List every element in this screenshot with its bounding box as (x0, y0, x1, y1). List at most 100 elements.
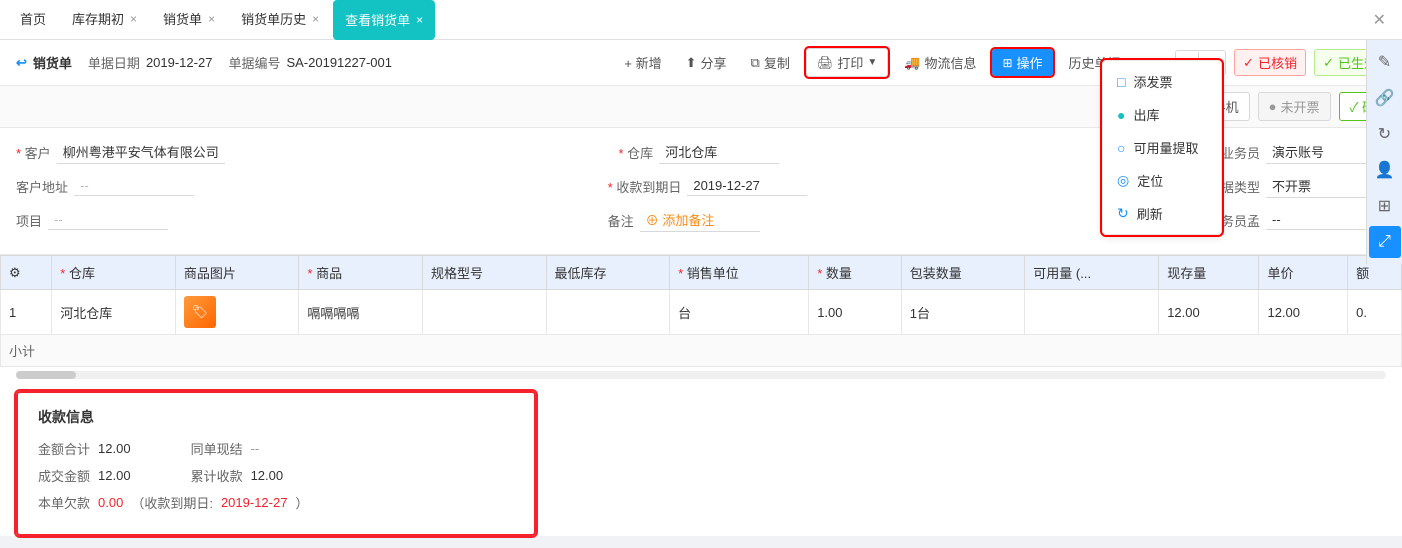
total-value: 12.00 (98, 441, 131, 456)
share-icon: ⬆ (686, 55, 697, 71)
refresh-item[interactable]: ↻ 刷新 (1103, 197, 1221, 230)
row-product: 嗝嗝嗝嗝 (299, 290, 423, 335)
not-open-icon: ● (1269, 99, 1277, 114)
customer-field: 客户 柳州粤港平安气体有限公司 (16, 140, 619, 164)
available-extract-icon: ○ (1117, 140, 1125, 156)
subtotal-row: 小计 (1, 335, 1402, 367)
col-available: 可用量 (... (1025, 256, 1159, 290)
refresh-label: 刷新 (1137, 204, 1163, 223)
locate-item[interactable]: ◎ 定位 (1103, 164, 1221, 197)
tab-view-sales-close[interactable]: × (416, 13, 423, 27)
row-available (1025, 290, 1159, 335)
tab-sales-history-close[interactable]: × (312, 12, 319, 26)
col-quantity: 数量 (809, 256, 902, 290)
right-panel: ✎ 🔗 ↻ 👤 ⊞ ⤢ (1366, 40, 1402, 264)
project-label: 项目 (16, 211, 42, 230)
not-open-label: 未开票 (1280, 97, 1319, 116)
ops-button[interactable]: ⊞ 操作 (992, 49, 1052, 76)
row-min-stock (546, 290, 670, 335)
warehouse-value[interactable]: 河北仓库 (659, 140, 779, 164)
tab-inventory-close[interactable]: × (130, 12, 137, 26)
right-expand-icon[interactable]: ⤢ (1369, 226, 1401, 258)
new-button[interactable]: + 新增 (616, 49, 669, 76)
doc-number-value: SA-20191227-001 (286, 55, 392, 70)
print-icon: 🖨 (817, 55, 834, 71)
product-image: 🏷 (184, 296, 216, 328)
row-spec (422, 290, 546, 335)
horizontal-scrollbar[interactable] (16, 371, 1386, 379)
ops-icon: ⊞ (1002, 56, 1012, 70)
doc-number-field: 单据编号 SA-20191227-001 (228, 53, 392, 72)
col-sales-unit: 销售单位 (670, 256, 809, 290)
right-user-icon[interactable]: 👤 (1369, 154, 1401, 186)
cancelled-badge: ✓ 已核销 (1234, 49, 1306, 76)
note-add-icon: ⊕ (646, 213, 659, 228)
due-date-suffix: ） (295, 493, 308, 512)
due-date-value: 2019-12-27 (221, 495, 288, 510)
right-link-icon[interactable]: 🔗 (1369, 82, 1401, 114)
row-stock: 12.00 (1159, 290, 1259, 335)
total-field: 金额合计 12.00 (38, 439, 131, 458)
payment-date-label: 收款到期日 (608, 177, 682, 196)
payment-date-value[interactable]: 2019-12-27 (687, 176, 807, 196)
tab-sales-history[interactable]: 销货单历史 × (229, 0, 331, 40)
outbound-label: 出库 (1133, 105, 1159, 124)
col-settings[interactable]: ⚙ (1, 256, 52, 290)
right-refresh-icon[interactable]: ↻ (1369, 118, 1401, 150)
tab-sales-history-label: 销货单历史 (241, 9, 306, 28)
cancelled-label: 已核销 (1258, 53, 1297, 72)
col-min-stock: 最低库存 (546, 256, 670, 290)
locate-icon: ◎ (1117, 172, 1129, 189)
add-invoice-icon: □ (1117, 74, 1125, 90)
customer-value[interactable]: 柳州粤港平安气体有限公司 (57, 140, 225, 164)
print-button[interactable]: 🖨 打印 ▼ (806, 48, 888, 77)
available-extract-label: 可用量提取 (1133, 138, 1198, 157)
add-invoice-item[interactable]: □ 添发票 (1103, 65, 1221, 98)
ops-label: 操作 (1017, 53, 1043, 72)
project-field: 项目 -- (16, 210, 608, 230)
tab-home-label: 首页 (20, 9, 46, 28)
logistics-label: 物流信息 (924, 53, 976, 72)
right-edit-icon[interactable]: ✎ (1369, 46, 1401, 78)
tab-inventory-init[interactable]: 库存期初 × (60, 0, 149, 40)
cumulative-value: 12.00 (251, 468, 284, 483)
settings-icon: ⚙ (9, 265, 21, 280)
right-table-icon[interactable]: ⊞ (1369, 190, 1401, 222)
cumulative-field: 累计收款 12.00 (191, 466, 284, 485)
tab-sales-close[interactable]: × (208, 12, 215, 26)
product-table: ⚙ 仓库 商品图片 商品 规格型号 最低库存 销售单位 数量 包装数量 可用量 … (0, 255, 1402, 367)
share-button[interactable]: ⬆ 分享 (678, 49, 735, 76)
window-close-button[interactable]: ✕ (1365, 10, 1394, 30)
outbound-item[interactable]: ● 出库 (1103, 98, 1221, 131)
project-value[interactable]: -- (48, 210, 168, 230)
address-value[interactable]: -- (74, 176, 194, 196)
logistics-button[interactable]: 🚚 物流信息 (896, 49, 984, 76)
summary-row-3: 本单欠款 0.00 （收款到期日: 2019-12-27 ） (38, 493, 514, 512)
scrollbar-thumb[interactable] (16, 371, 76, 379)
same-order-label: 同单现结 (191, 439, 243, 458)
product-table-wrapper: ⚙ 仓库 商品图片 商品 规格型号 最低库存 销售单位 数量 包装数量 可用量 … (0, 255, 1402, 367)
tab-home[interactable]: 首页 (8, 0, 58, 40)
cancelled-icon: ✓ (1243, 55, 1254, 71)
transaction-value: 12.00 (98, 468, 131, 483)
tab-view-sales-label: 查看销货单 (345, 10, 410, 29)
tab-sales-label: 销货单 (163, 9, 202, 28)
ops-dropdown-menu: □ 添发票 ● 出库 ○ 可用量提取 ◎ 定位 ↻ 刷新 (1102, 60, 1222, 235)
col-warehouse: 仓库 (52, 256, 176, 290)
total-label: 金额合计 (38, 439, 90, 458)
col-stock: 现存量 (1159, 256, 1259, 290)
doc-type-icon: ↩ (16, 55, 27, 71)
table-header-row: ⚙ 仓库 商品图片 商品 规格型号 最低库存 销售单位 数量 包装数量 可用量 … (1, 256, 1402, 290)
not-open-button[interactable]: ● 未开票 (1258, 92, 1331, 121)
available-extract-item[interactable]: ○ 可用量提取 (1103, 131, 1221, 164)
row-product-img: 🏷 (175, 290, 299, 335)
copy-button[interactable]: ⧉ 复制 (743, 49, 798, 76)
doc-number-label: 单据编号 (228, 53, 280, 72)
tab-view-sales-order[interactable]: 查看销货单 × (333, 0, 435, 40)
address-label: 客户地址 (16, 177, 68, 196)
tab-sales-order[interactable]: 销货单 × (151, 0, 227, 40)
note-placeholder-text: 添加备注 (662, 213, 714, 228)
row-num: 1 (1, 290, 52, 335)
note-add-button[interactable]: ⊕ 添加备注 (640, 208, 760, 232)
staff-field: 业务员 演示账号 (1221, 140, 1386, 164)
